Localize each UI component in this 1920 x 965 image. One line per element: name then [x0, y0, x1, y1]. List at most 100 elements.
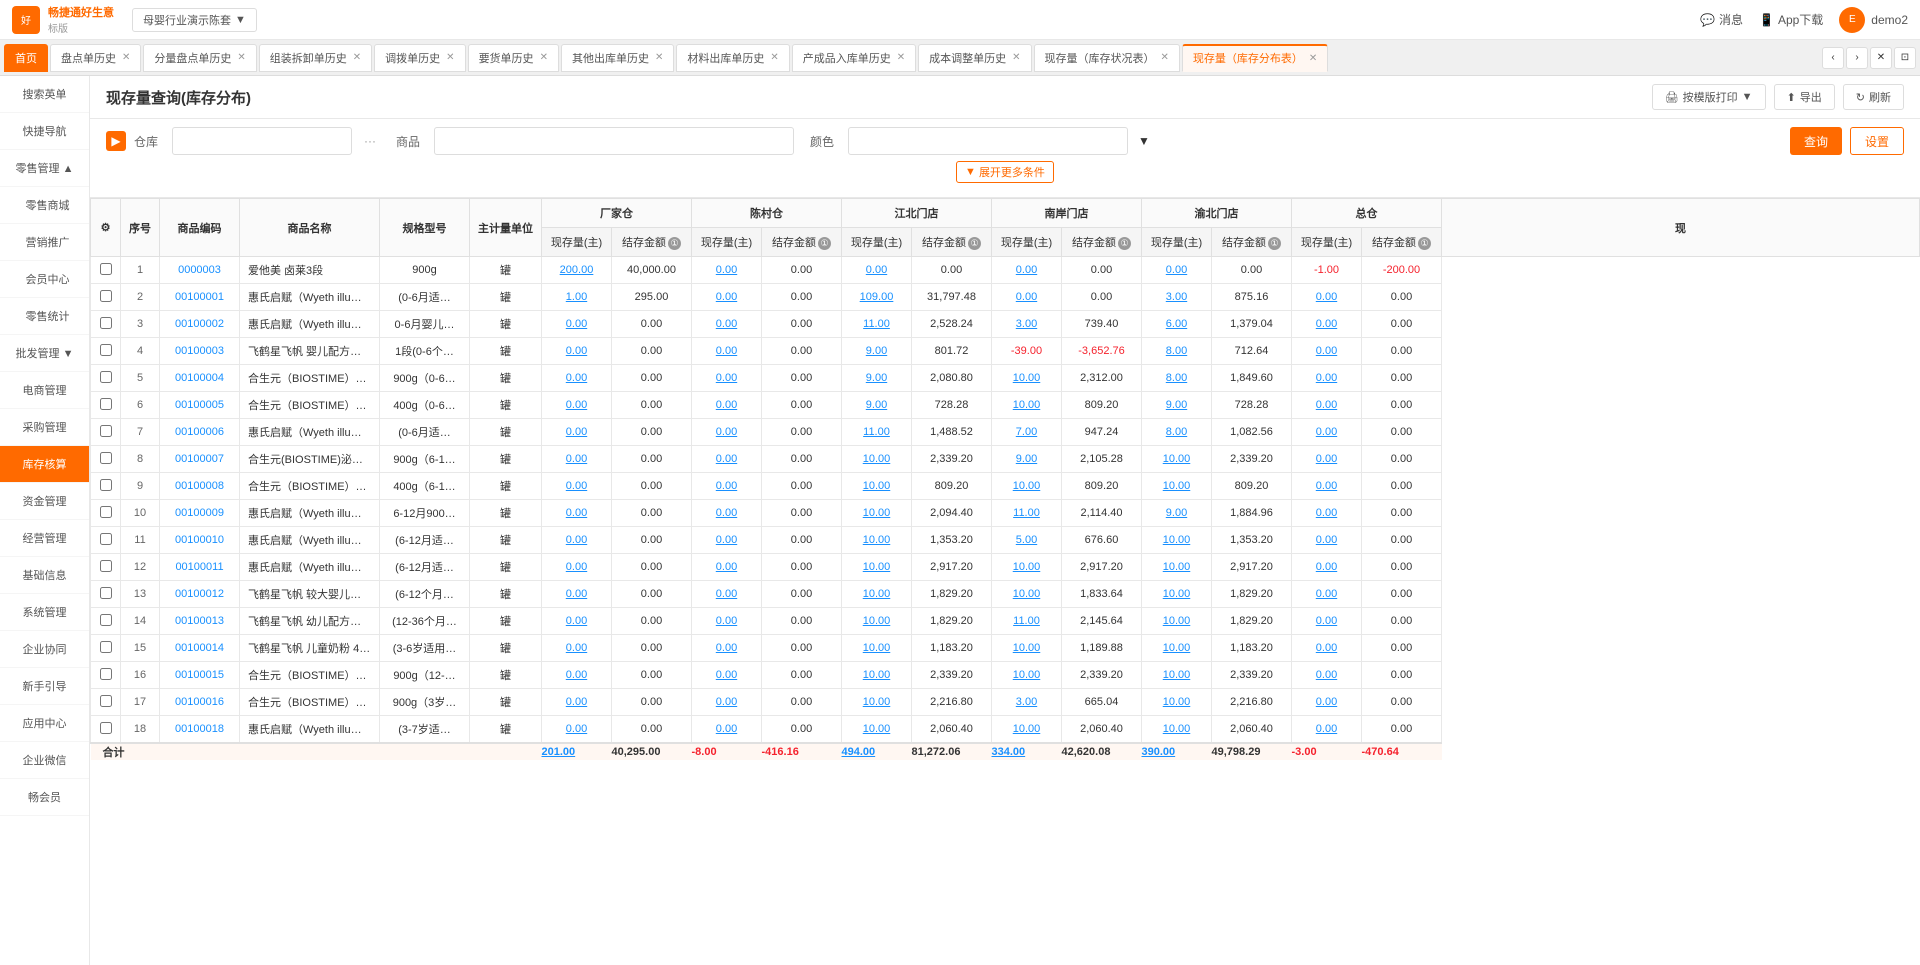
row-na-qty[interactable]: 5.00	[992, 527, 1062, 554]
row-jb-qty[interactable]: 10.00	[842, 473, 912, 500]
row-yb-qty[interactable]: 3.00	[1142, 284, 1212, 311]
tab-requisition[interactable]: 要货单历史 ✕	[468, 44, 559, 72]
row-check[interactable]	[91, 662, 121, 689]
row-cc-qty[interactable]: 0.00	[692, 473, 762, 500]
sidebar-item-search[interactable]: 搜索英单	[0, 76, 89, 113]
row-zc-qty[interactable]: 0.00	[1292, 365, 1362, 392]
row-na-qty[interactable]: 0.00	[992, 257, 1062, 284]
row-jb-qty[interactable]: 10.00	[842, 608, 912, 635]
info-icon-5[interactable]: ①	[1268, 237, 1281, 250]
tab-close-all-btn[interactable]: ✕	[1870, 47, 1892, 69]
info-icon-4[interactable]: ①	[1118, 237, 1131, 250]
row-yb-qty[interactable]: 10.00	[1142, 581, 1212, 608]
row-cc-qty[interactable]: 0.00	[692, 419, 762, 446]
row-na-qty[interactable]: -39.00	[992, 338, 1062, 365]
row-na-qty[interactable]: 3.00	[992, 689, 1062, 716]
row-yb-qty[interactable]: 8.00	[1142, 419, 1212, 446]
sidebar-item-appstore[interactable]: 应用中心	[0, 705, 89, 742]
row-cc-qty[interactable]: 0.00	[692, 392, 762, 419]
row-yb-qty[interactable]: 10.00	[1142, 608, 1212, 635]
row-fj-qty[interactable]: 0.00	[542, 392, 612, 419]
row-yb-qty[interactable]: 10.00	[1142, 635, 1212, 662]
row-na-qty[interactable]: 11.00	[992, 608, 1062, 635]
sidebar-item-system[interactable]: 系统管理	[0, 594, 89, 631]
row-na-qty[interactable]: 10.00	[992, 635, 1062, 662]
sidebar-item-enterprise[interactable]: 企业协同	[0, 631, 89, 668]
table-container[interactable]: ⚙ 序号 商品编码 商品名称 规格型号	[90, 198, 1920, 965]
row-cc-qty[interactable]: 0.00	[692, 689, 762, 716]
row-cc-qty[interactable]: 0.00	[692, 500, 762, 527]
sidebar-item-purchase[interactable]: 采购管理	[0, 409, 89, 446]
row-check[interactable]	[91, 392, 121, 419]
info-icon-2[interactable]: ①	[818, 237, 831, 250]
tab-material-out[interactable]: 材料出库单历史 ✕	[676, 44, 789, 72]
row-check[interactable]	[91, 338, 121, 365]
row-na-qty[interactable]: 10.00	[992, 365, 1062, 392]
row-zc-qty[interactable]: 0.00	[1292, 581, 1362, 608]
tab-close-icon[interactable]: ✕	[237, 52, 245, 63]
sidebar-item-retail-mgmt[interactable]: 零售管理 ▲	[0, 150, 89, 187]
row-na-qty[interactable]: 10.00	[992, 392, 1062, 419]
row-cc-qty[interactable]: 0.00	[692, 635, 762, 662]
row-na-qty[interactable]: 10.00	[992, 716, 1062, 744]
tab-stock-dist[interactable]: 现存量（库存分布表） ✕	[1182, 44, 1328, 72]
user-profile[interactable]: E demo2	[1839, 7, 1908, 33]
row-yb-qty[interactable]: 8.00	[1142, 338, 1212, 365]
export-btn[interactable]: ⬆ 导出	[1774, 84, 1835, 110]
sidebar-item-ecommerce[interactable]: 电商管理	[0, 372, 89, 409]
sidebar-item-operation[interactable]: 经营管理	[0, 520, 89, 557]
sidebar-item-marketing[interactable]: 营销推广	[0, 224, 89, 261]
row-fj-qty[interactable]: 0.00	[542, 554, 612, 581]
settings-btn[interactable]: 设置	[1850, 127, 1904, 155]
row-check[interactable]	[91, 554, 121, 581]
row-na-qty[interactable]: 11.00	[992, 500, 1062, 527]
row-yb-qty[interactable]: 8.00	[1142, 365, 1212, 392]
row-check[interactable]	[91, 365, 121, 392]
sidebar-item-nav[interactable]: 快捷导航	[0, 113, 89, 150]
row-yb-qty[interactable]: 10.00	[1142, 446, 1212, 473]
tab-close-icon[interactable]: ✕	[1012, 52, 1020, 63]
sidebar-item-guide[interactable]: 新手引导	[0, 668, 89, 705]
tab-stock-status[interactable]: 现存量（库存状况表） ✕	[1034, 44, 1180, 72]
warehouse-input[interactable]	[172, 127, 352, 155]
row-cc-qty[interactable]: 0.00	[692, 446, 762, 473]
row-jb-qty[interactable]: 10.00	[842, 500, 912, 527]
row-yb-qty[interactable]: 0.00	[1142, 257, 1212, 284]
sidebar-item-member[interactable]: 会员中心	[0, 261, 89, 298]
row-check[interactable]	[91, 689, 121, 716]
footer-na-qty[interactable]: 334.00	[992, 743, 1062, 760]
row-zc-qty[interactable]: 0.00	[1292, 473, 1362, 500]
goods-input[interactable]: babycare孕妇待产包 春季入院全套母子组合孕妇产后冬季月子用品 22件套 …	[434, 127, 794, 155]
row-check[interactable]	[91, 419, 121, 446]
row-jb-qty[interactable]: 10.00	[842, 716, 912, 744]
row-cc-qty[interactable]: 0.00	[692, 365, 762, 392]
row-check[interactable]	[91, 446, 121, 473]
row-yb-qty[interactable]: 10.00	[1142, 527, 1212, 554]
tab-transfer[interactable]: 调拨单历史 ✕	[374, 44, 465, 72]
row-yb-qty[interactable]: 9.00	[1142, 392, 1212, 419]
industry-selector[interactable]: 母婴行业演示陈套 ▼	[132, 8, 257, 32]
row-fj-qty[interactable]: 200.00	[542, 257, 612, 284]
tab-next-btn[interactable]: ›	[1846, 47, 1868, 69]
row-fj-qty[interactable]: 0.00	[542, 473, 612, 500]
row-na-qty[interactable]: 3.00	[992, 311, 1062, 338]
row-na-qty[interactable]: 0.00	[992, 284, 1062, 311]
tab-home[interactable]: 首页	[4, 44, 48, 72]
row-zc-qty[interactable]: 0.00	[1292, 284, 1362, 311]
sidebar-item-wechat[interactable]: 企业微信	[0, 742, 89, 779]
row-na-qty[interactable]: 10.00	[992, 473, 1062, 500]
row-na-qty[interactable]: 10.00	[992, 554, 1062, 581]
row-jb-qty[interactable]: 10.00	[842, 662, 912, 689]
row-cc-qty[interactable]: 0.00	[692, 608, 762, 635]
sidebar-item-member2[interactable]: 畅会员	[0, 779, 89, 816]
row-check[interactable]	[91, 527, 121, 554]
row-fj-qty[interactable]: 0.00	[542, 446, 612, 473]
col-gear[interactable]: ⚙	[91, 199, 121, 257]
row-na-qty[interactable]: 9.00	[992, 446, 1062, 473]
row-cc-qty[interactable]: 0.00	[692, 581, 762, 608]
query-btn[interactable]: 查询	[1790, 127, 1842, 155]
footer-cc-qty[interactable]: -8.00	[692, 743, 762, 760]
row-zc-qty[interactable]: 0.00	[1292, 419, 1362, 446]
tab-close-icon[interactable]: ✕	[770, 52, 778, 63]
row-yb-qty[interactable]: 10.00	[1142, 716, 1212, 744]
